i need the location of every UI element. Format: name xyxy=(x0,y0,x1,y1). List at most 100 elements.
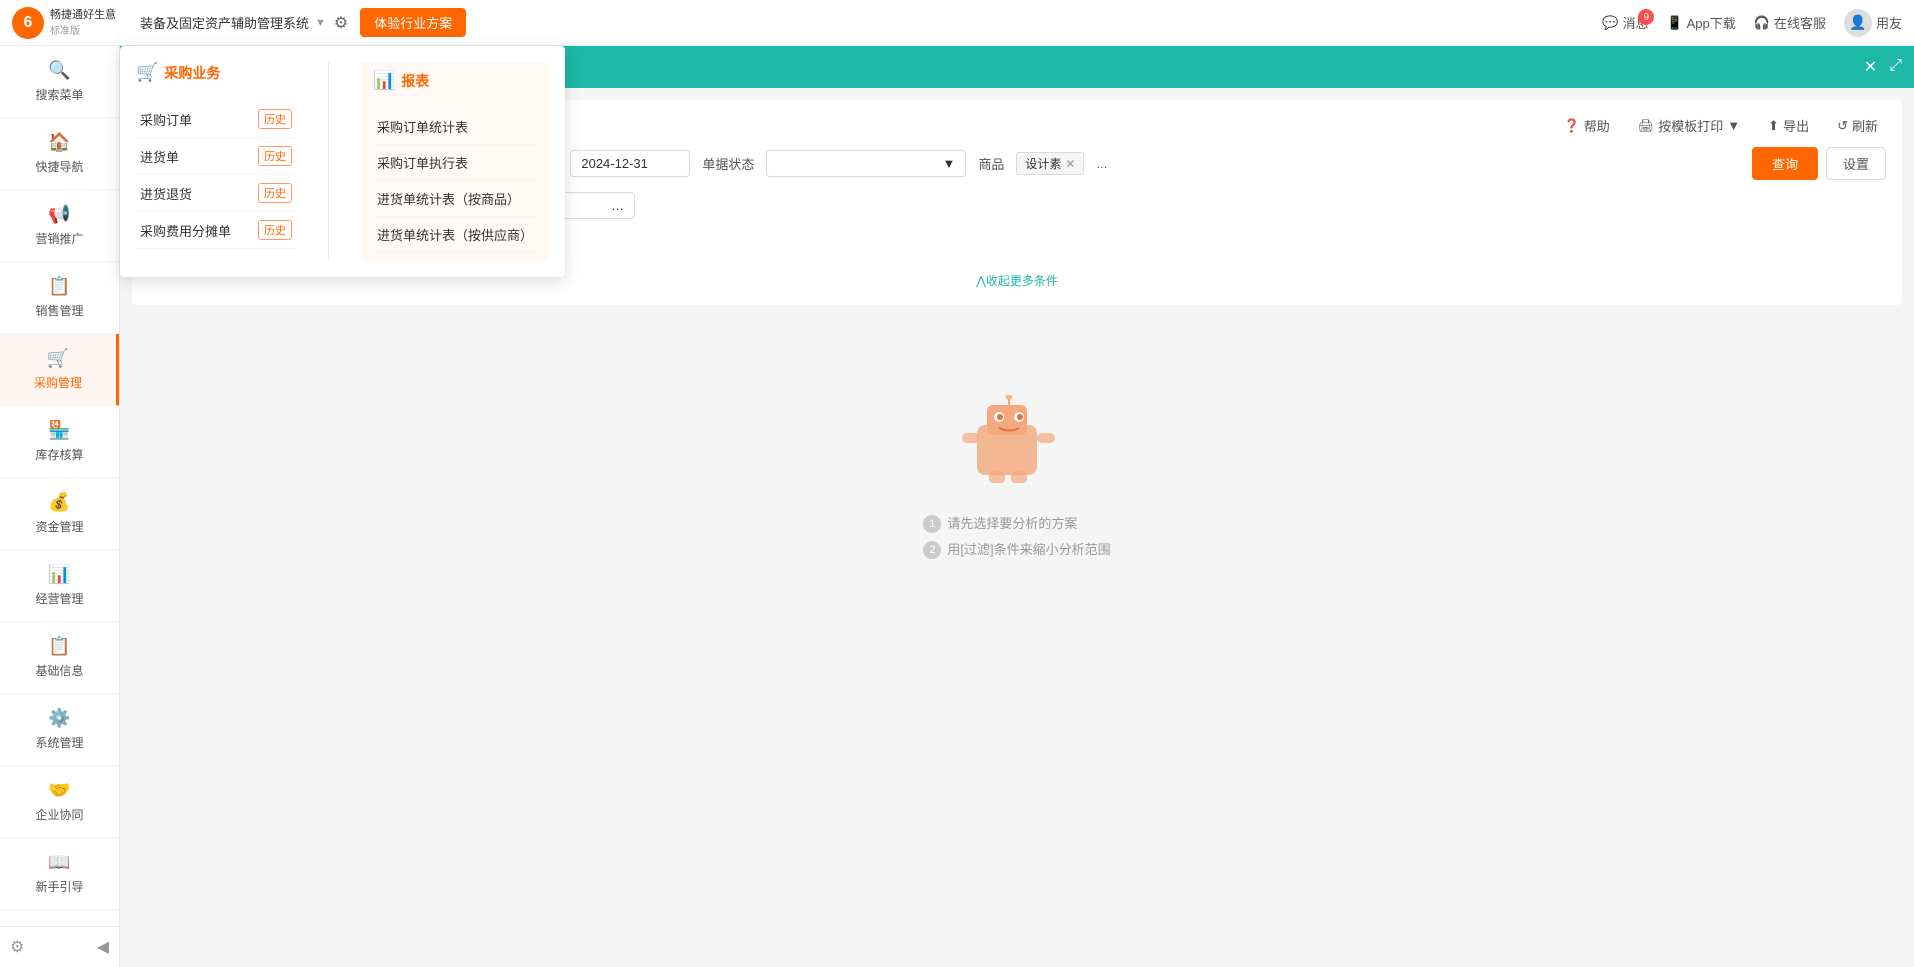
history-badge-0: 历史 xyxy=(258,109,292,129)
menu-item-cost-label: 采购费用分摊单 xyxy=(140,221,258,240)
online-service-btn[interactable]: 🎧 在线客服 xyxy=(1754,13,1826,32)
sidebar-item-basic[interactable]: 📋 基础信息 xyxy=(0,622,119,694)
help-label: 帮助 xyxy=(1584,116,1610,135)
tab-bar-expand-icon[interactable]: ⤢ xyxy=(1889,57,1902,77)
sidebar-item-marketing[interactable]: 📢 营销推广 xyxy=(0,190,119,262)
headset-icon: 🎧 xyxy=(1754,15,1770,31)
order-status-select[interactable]: ▼ xyxy=(766,150,966,177)
menu-item-incoming[interactable]: 进货单 历史 xyxy=(136,138,296,175)
refresh-btn[interactable]: ↺ 刷新 xyxy=(1829,112,1886,139)
app-download-label: App下载 xyxy=(1687,13,1736,32)
sidebar-item-nav[interactable]: 🏠 快捷导航 xyxy=(0,118,119,190)
sidebar-bottom: ⚙ ◀ xyxy=(0,926,119,967)
print-btn[interactable]: 🖨 按模板打印 ▼ xyxy=(1630,112,1748,139)
sidebar-label-cooperation: 企业协同 xyxy=(35,806,83,823)
menu-item-order-stats[interactable]: 采购订单统计表 xyxy=(373,109,537,145)
sidebar-label-search: 搜索菜单 xyxy=(35,86,83,103)
logo-text: 畅捷通好生意 xyxy=(50,8,116,22)
message-btn[interactable]: 💬 9 消息 xyxy=(1602,13,1648,32)
guide-icon: 📖 xyxy=(48,852,70,873)
search-icon: 🔍 xyxy=(48,60,70,81)
sidebar-item-cooperation[interactable]: 🤝 企业协同 xyxy=(0,766,119,838)
step-num-1: 1 xyxy=(923,515,941,533)
management-icon: 📊 xyxy=(48,564,70,585)
help-icon: ❓ xyxy=(1564,118,1580,134)
user-avatar: 👤 xyxy=(1844,9,1872,37)
sidebar-item-inventory[interactable]: 🏪 库存核算 xyxy=(0,406,119,478)
sidebar-item-finance[interactable]: 💰 资金管理 xyxy=(0,478,119,550)
bottom-collapse-icon[interactable]: ◀ xyxy=(97,937,109,957)
user-menu[interactable]: 👤 用友 xyxy=(1844,9,1902,37)
empty-step-2: 2 用[过滤]条件来缩小分析范围 xyxy=(923,537,1110,563)
sidebar-label-inventory: 库存核算 xyxy=(35,446,83,463)
tab-bar-close-icon[interactable]: ✕ xyxy=(1864,57,1877,77)
purchase-section-title: 🛒 采购业务 xyxy=(136,62,296,89)
goods-more-btn[interactable]: ... xyxy=(1088,152,1115,175)
menu-item-order-stats-label: 采购订单统计表 xyxy=(377,117,533,136)
user-label: 用友 xyxy=(1876,13,1902,32)
sidebar-item-sales[interactable]: 📋 销售管理 xyxy=(0,262,119,334)
sidebar-item-search[interactable]: 🔍 搜索菜单 xyxy=(0,46,119,118)
purchase-section-icon: 🛒 xyxy=(136,62,158,83)
menu-item-order-exec[interactable]: 采购订单执行表 xyxy=(373,145,537,181)
logo-area: 6 畅捷通好生意 标准版 xyxy=(12,7,132,39)
sidebar-item-system[interactable]: ⚙️ 系统管理 xyxy=(0,694,119,766)
purchase-icon: 🛒 xyxy=(47,348,69,369)
sidebar-item-purchase[interactable]: 🛒 采购管理 xyxy=(0,334,119,406)
menu-item-return-label: 进货退货 xyxy=(140,184,258,203)
settings-icon[interactable]: ⚙ xyxy=(334,13,348,33)
sidebar-label-basic: 基础信息 xyxy=(35,662,83,679)
goods-tag: 设计素 ✕ xyxy=(1016,152,1084,175)
empty-hint1: 请先选择要分析的方案 xyxy=(947,511,1077,537)
export-label: 导出 xyxy=(1783,116,1809,135)
menu-item-goods-stats[interactable]: 进货单统计表（按商品） xyxy=(373,181,537,217)
refresh-label: 刷新 xyxy=(1852,116,1878,135)
header-right: 💬 9 消息 📱 App下载 🎧 在线客服 👤 用友 xyxy=(1602,9,1902,37)
cooperation-icon: 🤝 xyxy=(48,780,70,801)
query-btn[interactable]: 查询 xyxy=(1752,147,1818,180)
finance-icon: 💰 xyxy=(48,492,70,513)
empty-step-1: 1 请先选择要分析的方案 xyxy=(923,511,1110,537)
order-status-label: 单据状态 xyxy=(702,154,754,173)
report-section-icon: 📊 xyxy=(373,70,395,91)
goods-tag-text: 设计素 xyxy=(1025,155,1061,172)
refresh-icon: ↺ xyxy=(1837,118,1848,134)
help-btn[interactable]: ❓ 帮助 xyxy=(1556,112,1618,139)
menu-item-cost[interactable]: 采购费用分摊单 历史 xyxy=(136,212,296,249)
sales-icon: 📋 xyxy=(48,276,70,297)
export-btn[interactable]: ⬆ 导出 xyxy=(1760,112,1817,139)
menu-item-return[interactable]: 进货退货 历史 xyxy=(136,175,296,212)
goods-label: 商品 xyxy=(978,154,1004,173)
top-header: 6 畅捷通好生意 标准版 装备及固定资产辅助管理系统 ▼ ⚙ 体验行业方案 💬 … xyxy=(0,0,1914,46)
sidebar-label-guide: 新手引导 xyxy=(35,878,83,895)
menu-item-purchase-order[interactable]: 采购订单 历史 xyxy=(136,101,296,138)
system-icon: ⚙️ xyxy=(48,708,70,729)
salesperson-arrow: … xyxy=(611,198,624,213)
logo-icon: 6 xyxy=(12,7,44,39)
logo-sub: 标准版 xyxy=(50,22,116,37)
goods-tag-close[interactable]: ✕ xyxy=(1065,157,1075,171)
report-section-label: 报表 xyxy=(401,71,429,91)
set-btn[interactable]: 设置 xyxy=(1826,147,1886,180)
system-title: 装备及固定资产辅助管理系统 ▼ xyxy=(140,13,326,32)
empty-hints: 1 请先选择要分析的方案 2 用[过滤]条件来缩小分析范围 xyxy=(923,511,1110,563)
step-num-2: 2 xyxy=(923,541,941,559)
collapse-label: 收起更多条件 xyxy=(986,272,1058,289)
online-service-label: 在线客服 xyxy=(1774,13,1826,32)
empty-illustration xyxy=(957,395,1077,495)
industry-btn[interactable]: 体验行业方案 xyxy=(360,8,466,37)
empty-robot-svg xyxy=(957,395,1067,485)
system-title-arrow[interactable]: ▼ xyxy=(315,17,326,29)
print-label: 按模板打印 xyxy=(1658,116,1723,135)
query-actions: 查询 设置 xyxy=(1752,147,1886,180)
report-section-title: 📊 报表 xyxy=(373,70,537,97)
bottom-settings-icon[interactable]: ⚙ xyxy=(10,937,24,957)
app-download-btn[interactable]: 📱 App下载 xyxy=(1666,13,1735,32)
history-badge-2: 历史 xyxy=(258,183,292,203)
print-icon: 🖨 xyxy=(1638,118,1655,134)
sidebar-item-management[interactable]: 📊 经营管理 xyxy=(0,550,119,622)
sidebar-item-guide[interactable]: 📖 新手引导 xyxy=(0,838,119,910)
menu-item-incoming-label: 进货单 xyxy=(140,147,258,166)
menu-item-supplier-stats[interactable]: 进货单统计表（按供应商） xyxy=(373,217,537,253)
date-end-input[interactable] xyxy=(570,150,690,177)
